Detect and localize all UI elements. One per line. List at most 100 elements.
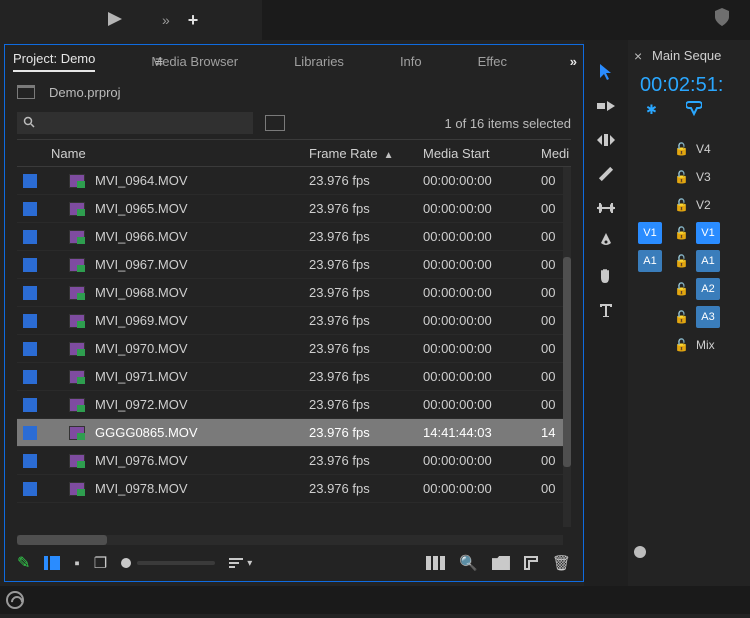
table-row[interactable]: GGGG0865.MOV23.976 fps14:41:44:0314 <box>17 419 571 447</box>
source-a1[interactable]: A1 <box>638 250 662 272</box>
tab-libraries[interactable]: Libraries <box>294 54 344 69</box>
track-v3[interactable]: 🔓V3 <box>638 164 750 190</box>
target-a1[interactable]: A1 <box>696 250 720 272</box>
timecode[interactable]: 00:02:51: <box>640 74 723 97</box>
table-row[interactable]: MVI_0967.MOV23.976 fps00:00:00:0000 <box>17 251 571 279</box>
table-row[interactable]: MVI_0970.MOV23.976 fps00:00:00:0000 <box>17 335 571 363</box>
row-checkbox[interactable] <box>23 258 37 272</box>
clip-start: 00:00:00:00 <box>423 453 541 468</box>
project-icon <box>17 85 35 99</box>
table-row[interactable]: MVI_0971.MOV23.976 fps00:00:00:0000 <box>17 363 571 391</box>
table-row[interactable]: MVI_0969.MOV23.976 fps00:00:00:0000 <box>17 307 571 335</box>
track-a1[interactable]: A1 🔓 A1 <box>638 248 750 274</box>
play-icon[interactable] <box>108 12 122 29</box>
list-view-icon[interactable] <box>44 556 60 570</box>
row-checkbox[interactable] <box>23 174 37 188</box>
hand-tool-icon[interactable] <box>596 266 616 286</box>
close-icon[interactable]: × <box>634 48 642 64</box>
table-row[interactable]: MVI_0965.MOV23.976 fps00:00:00:0000 <box>17 195 571 223</box>
creative-cloud-icon[interactable] <box>6 591 24 609</box>
table-row[interactable]: MVI_0966.MOV23.976 fps00:00:00:0000 <box>17 223 571 251</box>
write-mode-icon[interactable]: ✎ <box>17 553 30 573</box>
scroll-thumb[interactable] <box>563 257 571 467</box>
slip-tool-icon[interactable] <box>596 198 616 218</box>
panel-overflow-icon[interactable]: » <box>570 54 577 69</box>
automate-to-sequence-icon[interactable] <box>426 556 445 570</box>
row-checkbox[interactable] <box>23 314 37 328</box>
panel-menu-icon[interactable]: ≡ <box>155 53 163 69</box>
sort-menu[interactable]: ▾ <box>229 558 252 569</box>
lock-icon[interactable]: 🔓 <box>674 226 688 240</box>
trash-icon[interactable]: 🗑 <box>552 554 571 572</box>
track-select-tool-icon[interactable] <box>596 96 616 116</box>
row-checkbox[interactable] <box>23 202 37 216</box>
lock-icon[interactable]: 🔓 <box>674 338 688 352</box>
new-bin-icon[interactable] <box>492 556 510 570</box>
track-v1[interactable]: V1 🔓 V1 <box>638 220 750 246</box>
row-checkbox[interactable] <box>23 426 37 440</box>
lock-icon[interactable]: 🔓 <box>674 282 688 296</box>
lock-icon[interactable]: 🔓 <box>674 310 688 324</box>
new-search-bin-icon[interactable] <box>265 115 285 131</box>
horizontal-scrollbar[interactable] <box>17 535 563 545</box>
freeform-view-icon[interactable]: ❐ <box>94 554 107 572</box>
table-row[interactable]: MVI_0968.MOV23.976 fps00:00:00:0000 <box>17 279 571 307</box>
row-checkbox[interactable] <box>23 342 37 356</box>
col-frame-rate[interactable]: Frame Rate▲ <box>309 146 423 161</box>
col-name[interactable]: Name <box>45 146 309 161</box>
target-a2[interactable]: A2 <box>696 278 720 300</box>
lock-icon[interactable]: 🔓 <box>674 198 688 212</box>
ripple-edit-tool-icon[interactable] <box>596 130 616 150</box>
find-icon[interactable]: 🔍 <box>459 554 478 572</box>
new-item-icon[interactable] <box>524 556 538 570</box>
row-checkbox[interactable] <box>23 370 37 384</box>
table-row[interactable]: MVI_0972.MOV23.976 fps00:00:00:0000 <box>17 391 571 419</box>
tab-effects[interactable]: Effec <box>478 54 507 69</box>
row-checkbox[interactable] <box>23 482 37 496</box>
zoom-slider[interactable] <box>121 558 215 568</box>
track-a2[interactable]: 🔓 A2 <box>638 276 750 302</box>
col-media-start[interactable]: Media Start <box>423 146 541 161</box>
add-marker-icon[interactable]: + <box>188 10 199 31</box>
type-tool-icon[interactable] <box>596 300 616 320</box>
row-checkbox[interactable] <box>23 398 37 412</box>
tab-media-browser[interactable]: Media Browser <box>151 54 238 69</box>
icon-view-icon[interactable]: ▪ <box>74 555 79 572</box>
clip-name: MVI_0969.MOV <box>95 313 309 328</box>
scroll-thumb[interactable] <box>17 535 107 545</box>
search-input-wrap[interactable] <box>17 112 253 134</box>
lock-icon[interactable]: 🔓 <box>674 142 688 156</box>
step-forward-icon[interactable]: » <box>162 12 170 28</box>
selection-tool-icon[interactable] <box>596 62 616 82</box>
marker-icon[interactable] <box>686 100 702 119</box>
source-v1[interactable]: V1 <box>638 222 662 244</box>
target-a3[interactable]: A3 <box>696 306 720 328</box>
table-row[interactable]: MVI_0978.MOV23.976 fps00:00:00:0000 <box>17 475 571 503</box>
lock-icon[interactable]: 🔓 <box>674 254 688 268</box>
track-mix[interactable]: 🔓Mix <box>638 332 750 358</box>
track-a3[interactable]: 🔓 A3 <box>638 304 750 330</box>
table-row[interactable]: MVI_0964.MOV23.976 fps00:00:00:0000 <box>17 167 571 195</box>
row-checkbox[interactable] <box>23 454 37 468</box>
table-row[interactable]: MVI_0976.MOV23.976 fps00:00:00:0000 <box>17 447 571 475</box>
snap-icon[interactable]: ✱ <box>646 102 657 118</box>
pen-tool-icon[interactable] <box>596 232 616 252</box>
timeline-panel: × Main Seque 00:02:51: ✱ 🔓V4 🔓V3 🔓V2 V1 🔓… <box>628 40 750 586</box>
sequence-tab[interactable]: Main Seque <box>652 48 721 63</box>
zoom-handle[interactable] <box>121 558 131 568</box>
track-v2[interactable]: 🔓V2 <box>638 192 750 218</box>
timeline-zoom-handle[interactable] <box>634 546 646 558</box>
target-v1[interactable]: V1 <box>696 222 720 244</box>
lock-icon[interactable]: 🔓 <box>674 170 688 184</box>
track-v4[interactable]: 🔓V4 <box>638 136 750 162</box>
row-checkbox[interactable] <box>23 286 37 300</box>
col-media-end[interactable]: Medi <box>541 146 571 161</box>
row-checkbox[interactable] <box>23 230 37 244</box>
tab-project[interactable]: Project: Demo <box>13 51 95 72</box>
rate-stretch-tool-icon[interactable] <box>596 164 616 184</box>
tab-info[interactable]: Info <box>400 54 422 69</box>
clip-fps: 23.976 fps <box>309 229 423 244</box>
search-input[interactable] <box>35 116 247 130</box>
vertical-scrollbar[interactable] <box>563 167 571 527</box>
clip-icon <box>69 230 85 244</box>
